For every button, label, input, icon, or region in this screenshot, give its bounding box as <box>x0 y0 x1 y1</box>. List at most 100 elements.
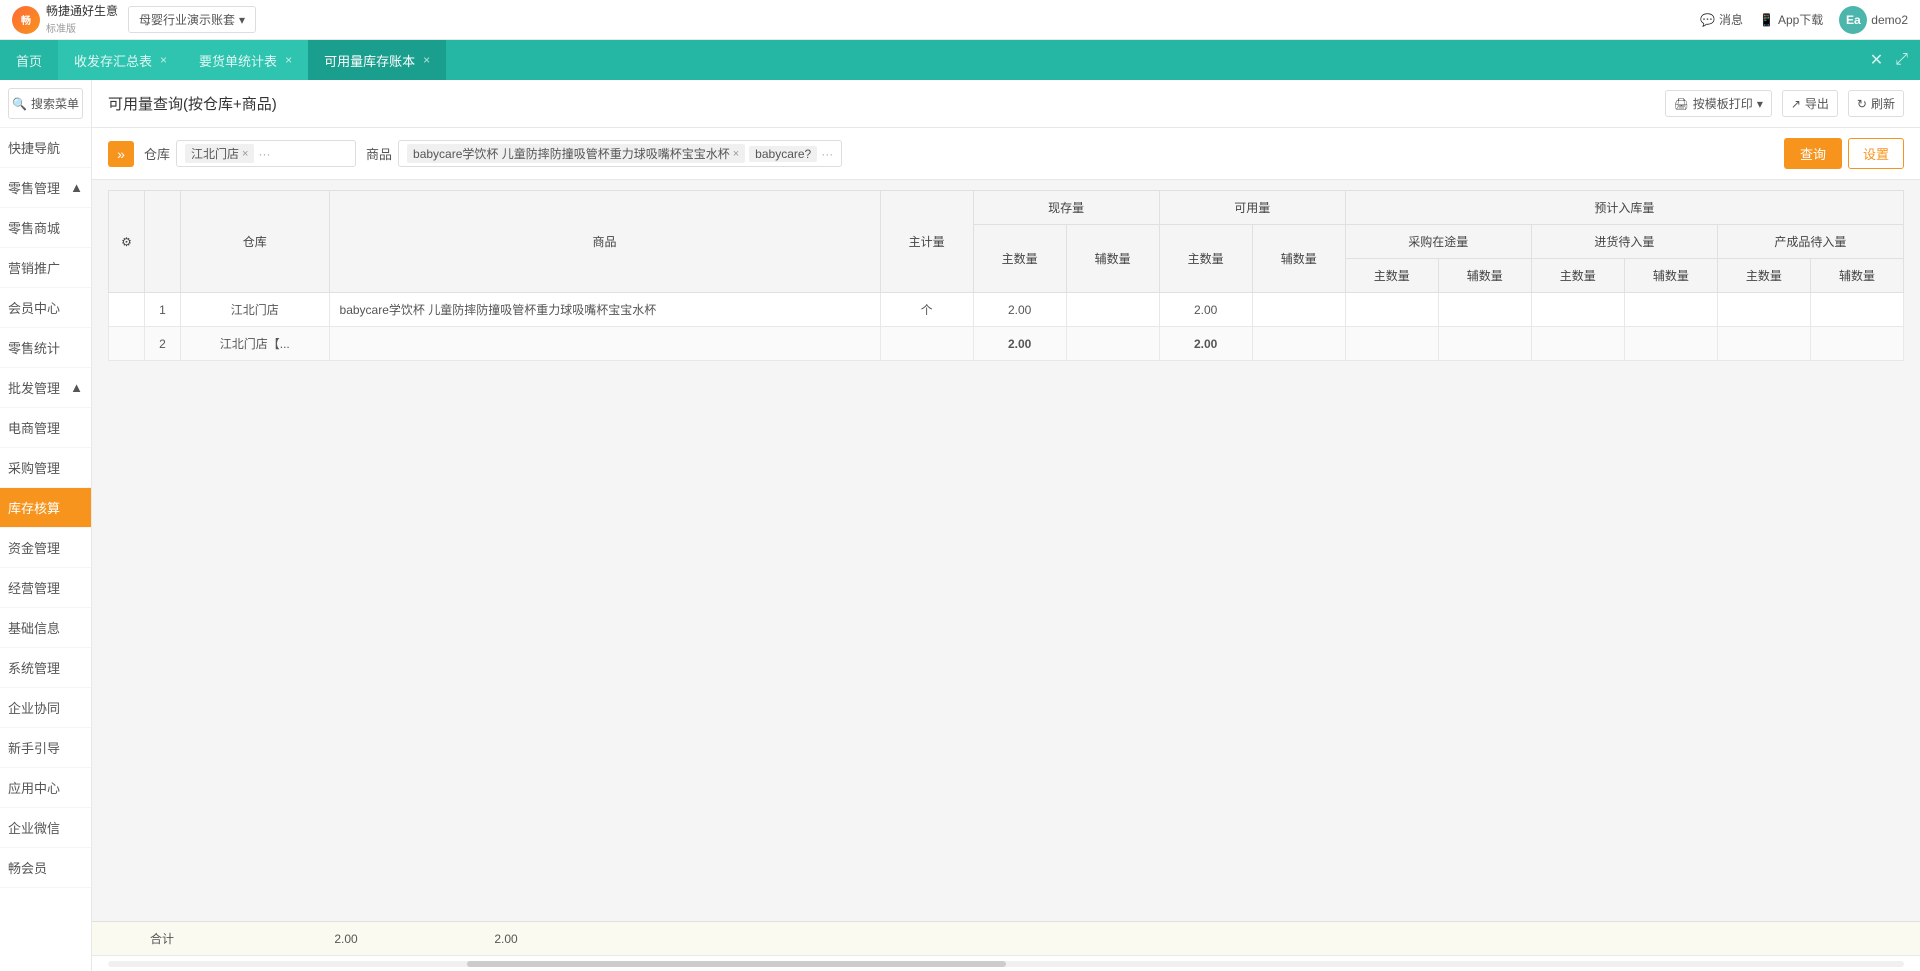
filter-area: » 仓库 江北门店 × ··· 商品 babycare学饮杯 儿童防摔防撞吸管杯… <box>92 128 1920 180</box>
export-icon: ↗ <box>1791 97 1801 111</box>
th-production-main: 主数量 <box>1717 259 1810 293</box>
tab-home[interactable]: 首页 <box>0 40 58 80</box>
sidebar-shortcut[interactable]: 快捷导航 <box>0 128 91 168</box>
sidebar-item-inventory[interactable]: 库存核算 <box>0 488 91 528</box>
th-purchase-main: 主数量 <box>1345 259 1438 293</box>
tab-close-all-icon[interactable]: ✕ <box>1866 46 1887 74</box>
template-print-label: 按模板打印 <box>1693 95 1753 112</box>
row-settings-cell <box>109 327 145 361</box>
row-available-main: 2.00 <box>1159 327 1252 361</box>
footer-label: 合计 <box>102 930 222 947</box>
template-print-button[interactable]: 🖨 按模板打印 ▾ <box>1665 90 1772 117</box>
logo-area: 畅 畅捷通好生意 标准版 <box>12 4 118 35</box>
top-bar-right: 💬 消息 📱 App下载 Ea demo2 <box>1700 6 1908 34</box>
sidebar-item-label: 经营管理 <box>8 578 60 597</box>
row-incoming-aux <box>1624 293 1717 327</box>
template-name: 母婴行业演示账套 <box>139 11 235 28</box>
avatar-text: Ea <box>1846 13 1861 27</box>
sidebar-item-basic[interactable]: 基础信息 <box>0 608 91 648</box>
warehouse-ellipsis[interactable]: ··· <box>258 147 270 161</box>
chevron-icon: ▲ <box>70 380 83 395</box>
row-incoming-aux <box>1624 327 1717 361</box>
query-button[interactable]: 查询 <box>1784 138 1842 169</box>
sidebar-item-label: 系统管理 <box>8 658 60 677</box>
sidebar-item-marketing[interactable]: 营销推广 <box>0 248 91 288</box>
th-current-aux: 辅数量 <box>1066 225 1159 293</box>
search-menu-button[interactable]: 🔍 搜索菜单 <box>8 88 83 119</box>
sidebar-item-retail-stats[interactable]: 零售统计 <box>0 328 91 368</box>
sidebar-item-retail-mgmt[interactable]: 零售管理 ▲ <box>0 168 91 208</box>
msg-button[interactable]: 💬 消息 <box>1700 11 1743 28</box>
tab-receive-close[interactable]: × <box>160 53 167 67</box>
tab-available-close[interactable]: × <box>423 53 430 67</box>
tab-available-label: 可用量库存账本 <box>324 51 415 70</box>
row-settings-cell <box>109 293 145 327</box>
product-ellipsis[interactable]: ··· <box>821 147 833 161</box>
sidebar-item-enterprise[interactable]: 企业协同 <box>0 688 91 728</box>
sidebar-item-ecommerce[interactable]: 电商管理 <box>0 408 91 448</box>
logo-icon: 畅 <box>12 6 40 34</box>
th-production-aux: 辅数量 <box>1810 259 1903 293</box>
export-button[interactable]: ↗ 导出 <box>1782 90 1838 117</box>
settings-button[interactable]: 设置 <box>1848 138 1904 169</box>
message-icon: 💬 <box>1700 13 1715 27</box>
product-tag-1-close[interactable]: × <box>733 148 739 160</box>
table-area: ⚙ 仓库 商品 主计量 现存量 可用量 预计入库量 主数量 辅数量 主数量 辅数… <box>92 180 1920 921</box>
row-purchase-aux <box>1438 327 1531 361</box>
sidebar-item-retail-mall[interactable]: 零售商城 <box>0 208 91 248</box>
sidebar-item-newguide[interactable]: 新手引导 <box>0 728 91 768</box>
tab-order-close[interactable]: × <box>285 53 292 67</box>
warehouse-tag-close[interactable]: × <box>242 148 248 160</box>
row-current-main: 2.00 <box>973 293 1066 327</box>
top-bar-left: 畅 畅捷通好生意 标准版 母婴行业演示账套 ▾ <box>12 4 256 35</box>
row-available-main: 2.00 <box>1159 293 1252 327</box>
sidebar-item-vip[interactable]: 畅会员 <box>0 848 91 888</box>
tab-receive-summary[interactable]: 收发存汇总表 × <box>58 40 183 80</box>
scrollbar-thumb[interactable] <box>467 961 1006 967</box>
chevron-icon: ▲ <box>70 180 83 195</box>
sidebar-item-ops[interactable]: 经营管理 <box>0 568 91 608</box>
sidebar-item-system[interactable]: 系统管理 <box>0 648 91 688</box>
sidebar-item-purchase[interactable]: 采购管理 <box>0 448 91 488</box>
tab-order-stats[interactable]: 要货单统计表 × <box>183 40 308 80</box>
sidebar-item-wholesale[interactable]: 批发管理 ▲ <box>0 368 91 408</box>
scrollbar-track[interactable] <box>108 961 1904 967</box>
th-warehouse: 仓库 <box>181 191 330 293</box>
filter-expand-button[interactable]: » <box>108 141 134 167</box>
sidebar-item-label: 电商管理 <box>8 418 60 437</box>
sidebar-item-label: 批发管理 <box>8 378 60 397</box>
row-index: 2 <box>145 327 181 361</box>
warehouse-filter-input[interactable]: 江北门店 × ··· <box>176 140 356 167</box>
msg-label: 消息 <box>1719 11 1743 28</box>
sidebar-item-finance[interactable]: 资金管理 <box>0 528 91 568</box>
sidebar-search-area: 🔍 搜索菜单 <box>0 80 91 128</box>
tab-available-inventory[interactable]: 可用量库存账本 × <box>308 40 446 80</box>
warehouse-filter-label: 仓库 <box>144 144 170 163</box>
table-footer: 合计 2.00 2.00 <box>92 921 1920 955</box>
row-production-aux <box>1810 293 1903 327</box>
user-area[interactable]: Ea demo2 <box>1839 6 1908 34</box>
th-incoming-main: 主数量 <box>1531 259 1624 293</box>
footer-current-main: 2.00 <box>306 932 386 946</box>
refresh-button[interactable]: ↻ 刷新 <box>1848 90 1904 117</box>
row-current-aux <box>1066 293 1159 327</box>
sidebar-item-label: 资金管理 <box>8 538 60 557</box>
product-tag-1: babycare学饮杯 儿童防摔防撞吸管杯重力球吸嘴杯宝宝水杯 × <box>407 144 745 163</box>
chevron-down-icon: ▾ <box>239 13 245 27</box>
page-header: 可用量查询(按仓库+商品) 🖨 按模板打印 ▾ ↗ 导出 ↻ 刷新 <box>92 80 1920 128</box>
app-download-button[interactable]: 📱 App下载 <box>1759 11 1823 28</box>
sidebar-item-label: 采购管理 <box>8 458 60 477</box>
phone-icon: 📱 <box>1759 13 1774 27</box>
sidebar-item-label: 新手引导 <box>8 738 60 757</box>
sidebar-item-member[interactable]: 会员中心 <box>0 288 91 328</box>
template-selector[interactable]: 母婴行业演示账套 ▾ <box>128 6 256 33</box>
product-filter-input[interactable]: babycare学饮杯 儿童防摔防撞吸管杯重力球吸嘴杯宝宝水杯 × babyca… <box>398 140 842 167</box>
tab-expand-icon[interactable]: ⤢ <box>1891 47 1912 73</box>
sidebar-item-wechat[interactable]: 企业微信 <box>0 808 91 848</box>
logo-symbol: 畅 <box>21 12 31 27</box>
warehouse-filter-group: 仓库 江北门店 × ··· <box>144 140 356 167</box>
sidebar-item-appcenter[interactable]: 应用中心 <box>0 768 91 808</box>
th-settings[interactable]: ⚙ <box>109 191 145 293</box>
product-tag-1-text: babycare学饮杯 儿童防摔防撞吸管杯重力球吸嘴杯宝宝水杯 <box>413 145 730 162</box>
warehouse-tag-text: 江北门店 <box>191 145 239 162</box>
